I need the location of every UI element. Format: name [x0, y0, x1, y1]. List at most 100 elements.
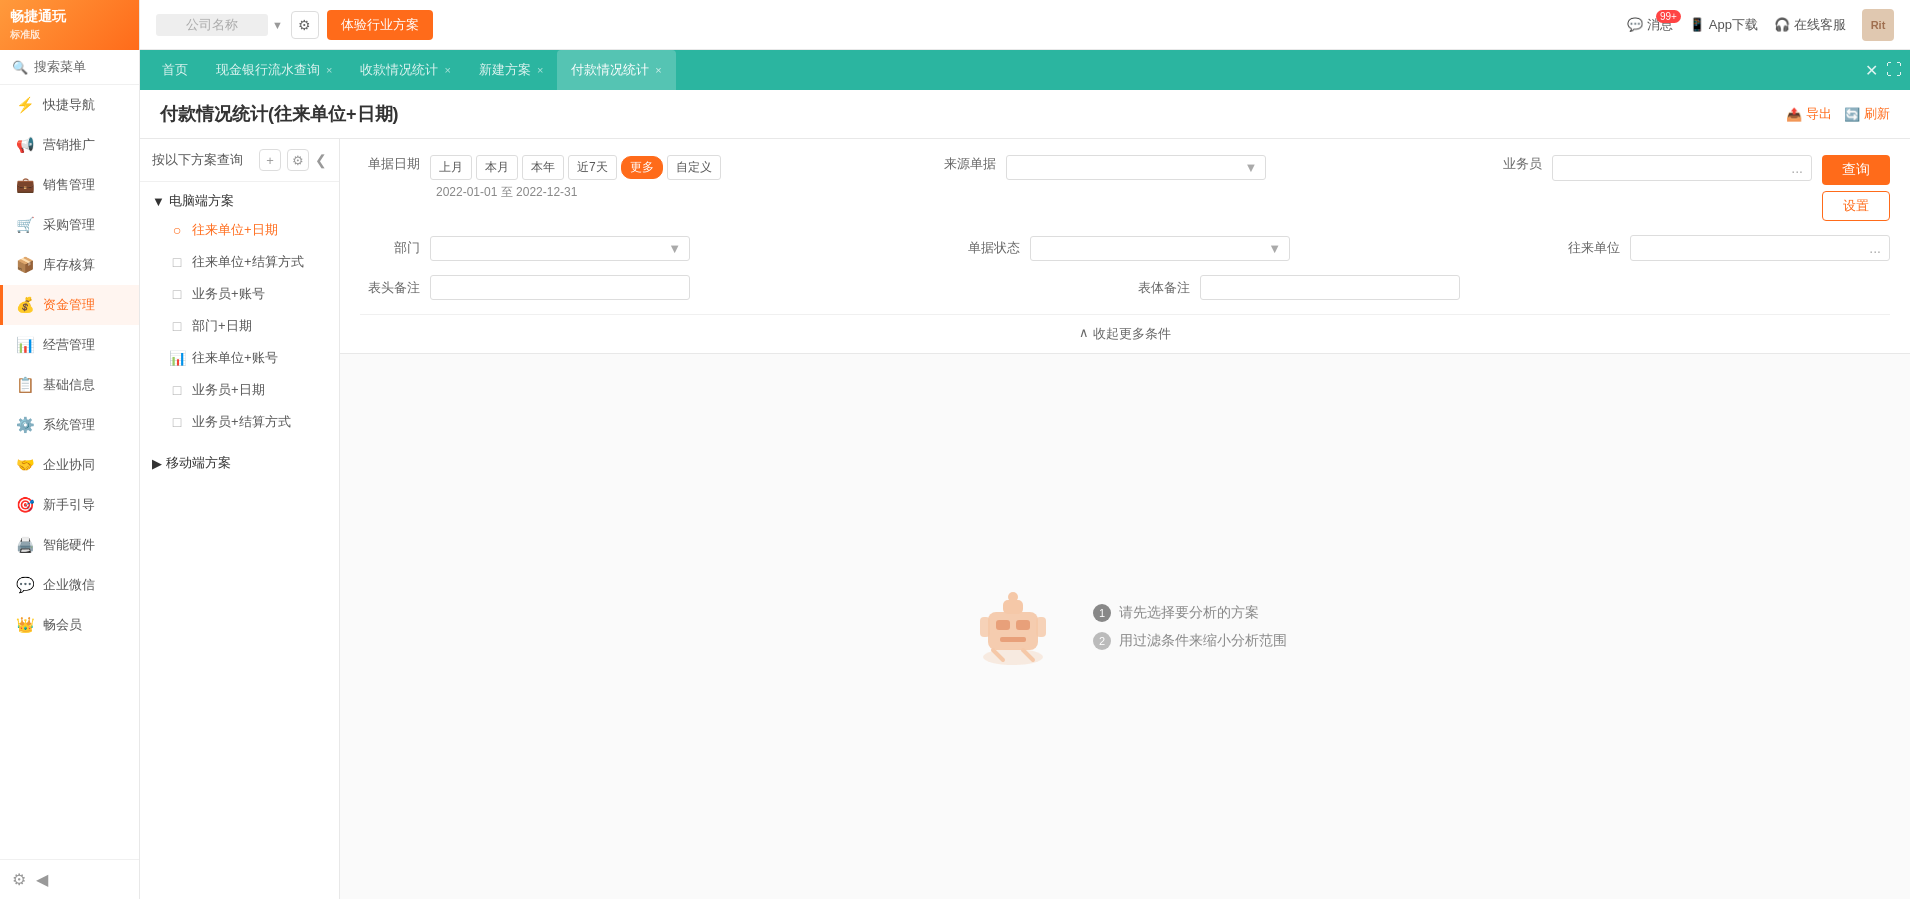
date-custom-btn[interactable]: 自定义 [667, 155, 721, 180]
online-service-label: 在线客服 [1794, 16, 1846, 34]
scheme-item-salesperson-account[interactable]: □业务员+账号 [140, 278, 339, 310]
tab-expand-btn[interactable]: ⛶ [1886, 61, 1902, 80]
sidebar-item-system[interactable]: ⚙️系统管理 [0, 405, 139, 445]
tip-text-1: 请先选择要分析的方案 [1119, 604, 1259, 622]
svg-rect-2 [996, 620, 1010, 630]
page-header: 付款情况统计(往来单位+日期) 📤 导出 🔄 刷新 [140, 90, 1910, 139]
sidebar-item-business[interactable]: 📊经营管理 [0, 325, 139, 365]
main-area: 公司名称 ▼ ⚙ 体验行业方案 💬 消息 99+ 📱 App下载 🎧 在线客服 … [140, 0, 1910, 899]
tab-label-payment-detail: 付款情况统计 [571, 61, 649, 79]
collapse-bar[interactable]: ∧ 收起更多条件 [360, 314, 1890, 353]
tab-home[interactable]: 首页 [148, 50, 202, 90]
setting-btn[interactable]: 设置 [1822, 191, 1890, 221]
sidebar-item-inventory[interactable]: 📦库存核算 [0, 245, 139, 285]
dept-select[interactable]: ▼ [430, 236, 690, 261]
sidebar-item-wechat[interactable]: 💬企业微信 [0, 565, 139, 605]
query-btn[interactable]: 查询 [1822, 155, 1890, 185]
empty-area: 1 请先选择要分析的方案 2 用过滤条件来缩小分析范围 [340, 354, 1910, 899]
empty-robot-icon [963, 577, 1063, 677]
online-service-btn[interactable]: 🎧 在线客服 [1774, 16, 1846, 34]
trial-btn[interactable]: 体验行业方案 [327, 10, 433, 40]
tab-label-home: 首页 [162, 61, 188, 79]
scheme-label-partner-date: 往来单位+日期 [192, 221, 278, 239]
sidebar-item-smart[interactable]: 🖨️智能硬件 [0, 525, 139, 565]
date-7days-btn[interactable]: 近7天 [568, 155, 617, 180]
sidebar-icon-purchase: 🛒 [15, 215, 35, 235]
sidebar-label-system: 系统管理 [43, 416, 95, 434]
scheme-settings-btn[interactable]: ⚙ [287, 149, 309, 171]
scheme-item-salesperson-date[interactable]: □业务员+日期 [140, 374, 339, 406]
tab-close-all-btn[interactable]: ✕ [1865, 61, 1878, 80]
tab-close-payment-stats[interactable]: × [444, 64, 450, 76]
sidebar-item-purchase[interactable]: 🛒采购管理 [0, 205, 139, 245]
scheme-item-partner-date[interactable]: ○往来单位+日期 [140, 214, 339, 246]
partner-select[interactable]: ... [1630, 235, 1890, 261]
sidebar-item-marketing[interactable]: 📢营销推广 [0, 125, 139, 165]
sidebar-item-guide[interactable]: 🎯新手引导 [0, 485, 139, 525]
filter-area: 单据日期 上月 本月 本年 近7天 更多 自定义 20 [340, 139, 1910, 354]
messages-btn[interactable]: 💬 消息 99+ [1627, 16, 1673, 34]
scheme-icon-salesperson-date: □ [168, 382, 186, 398]
scheme-item-salesperson-settle[interactable]: □业务员+结算方式 [140, 406, 339, 438]
sidebar-item-enterprise[interactable]: 🤝企业协同 [0, 445, 139, 485]
sidebar-item-quick-nav[interactable]: ⚡快捷导航 [0, 85, 139, 125]
svg-rect-7 [980, 617, 990, 637]
app-download-btn[interactable]: 📱 App下载 [1689, 16, 1758, 34]
sidebar-label-marketing: 营销推广 [43, 136, 95, 154]
sidebar-item-sales[interactable]: 💼 销售管理 [0, 165, 139, 205]
date-label: 单据日期 [360, 155, 420, 173]
scheme-item-partner-account[interactable]: 📊往来单位+账号 [140, 342, 339, 374]
gear-button[interactable]: ⚙ [291, 11, 319, 39]
tab-payment-detail[interactable]: 付款情况统计 × [557, 50, 675, 90]
user-avatar[interactable]: Rit [1862, 9, 1894, 41]
sidebar-search[interactable]: 🔍 搜索菜单 [0, 50, 139, 85]
refresh-btn[interactable]: 🔄 刷新 [1844, 105, 1890, 123]
tip-num-2: 2 [1093, 632, 1111, 650]
scheme-item-partner-settle[interactable]: □往来单位+结算方式 [140, 246, 339, 278]
tab-label-new-scheme: 新建方案 [479, 61, 531, 79]
scheme-group-desktop: ▼电脑端方案○往来单位+日期□往来单位+结算方式□业务员+账号□部门+日期📊往来… [140, 182, 339, 444]
sidebar-item-member[interactable]: 👑畅会员 [0, 605, 139, 645]
doc-status-select[interactable]: ▼ [1030, 236, 1290, 261]
source-select[interactable]: ▼ [1006, 155, 1266, 180]
collapse-panel-btn[interactable]: ❮ [315, 152, 327, 168]
settings-icon[interactable]: ⚙ [12, 870, 26, 889]
date-this-month-btn[interactable]: 本月 [476, 155, 518, 180]
source-label: 来源单据 [936, 155, 996, 173]
tab-payment-stats[interactable]: 收款情况统计× [346, 50, 464, 90]
content-body: 按以下方案查询 + ⚙ ❮ ▼电脑端方案○往来单位+日期□往来单位+结算方式□业… [140, 139, 1910, 899]
partner-dots: ... [1869, 240, 1881, 256]
scheme-group-title-desktop[interactable]: ▼电脑端方案 [140, 188, 339, 214]
date-this-year-btn[interactable]: 本年 [522, 155, 564, 180]
sidebar-label-basic: 基础信息 [43, 376, 95, 394]
page-header-right: 📤 导出 🔄 刷新 [1786, 105, 1890, 123]
tab-new-scheme[interactable]: 新建方案 × [465, 50, 557, 90]
scheme-item-dept-date[interactable]: □部门+日期 [140, 310, 339, 342]
sidebar-label-sales: 销售管理 [43, 176, 95, 194]
add-scheme-btn[interactable]: + [259, 149, 281, 171]
tab-close-cash-flow[interactable]: × [326, 64, 332, 76]
tab-cash-flow[interactable]: 现金银行流水查询× [202, 50, 346, 90]
scheme-group-title-mobile[interactable]: ▶移动端方案 [140, 450, 339, 476]
header-note-label: 表头备注 [360, 279, 420, 297]
left-panel: 按以下方案查询 + ⚙ ❮ ▼电脑端方案○往来单位+日期□往来单位+结算方式□业… [140, 139, 340, 899]
company-selector[interactable]: 公司名称 ▼ [156, 14, 283, 36]
sidebar-item-basic[interactable]: 📋 基础信息 [0, 365, 139, 405]
sidebar-icon-basic: 📋 [15, 375, 35, 395]
tab-close-new-scheme[interactable]: × [537, 64, 543, 76]
page-content: 付款情况统计(往来单位+日期) 📤 导出 🔄 刷新 按以下方案查询 + ⚙ [140, 90, 1910, 899]
doc-status-arrow: ▼ [1268, 241, 1281, 256]
dept-label: 部门 [360, 239, 420, 257]
tab-close-payment-detail[interactable]: × [655, 64, 661, 76]
salesperson-select[interactable]: ... [1552, 155, 1812, 181]
sidebar-icon-quick-nav: ⚡ [15, 95, 35, 115]
collapse-icon[interactable]: ◀ [36, 870, 48, 889]
sidebar-icon-sales: 💼 [15, 175, 35, 195]
export-btn[interactable]: 📤 导出 [1786, 105, 1832, 123]
date-more-btn[interactable]: 更多 [621, 156, 663, 179]
header-note-input[interactable] [430, 275, 690, 300]
body-note-input[interactable] [1200, 275, 1460, 300]
date-last-month-btn[interactable]: 上月 [430, 155, 472, 180]
sidebar-item-capital[interactable]: 💰资金管理 [0, 285, 139, 325]
logo-text: 畅捷通玩 [10, 8, 66, 26]
